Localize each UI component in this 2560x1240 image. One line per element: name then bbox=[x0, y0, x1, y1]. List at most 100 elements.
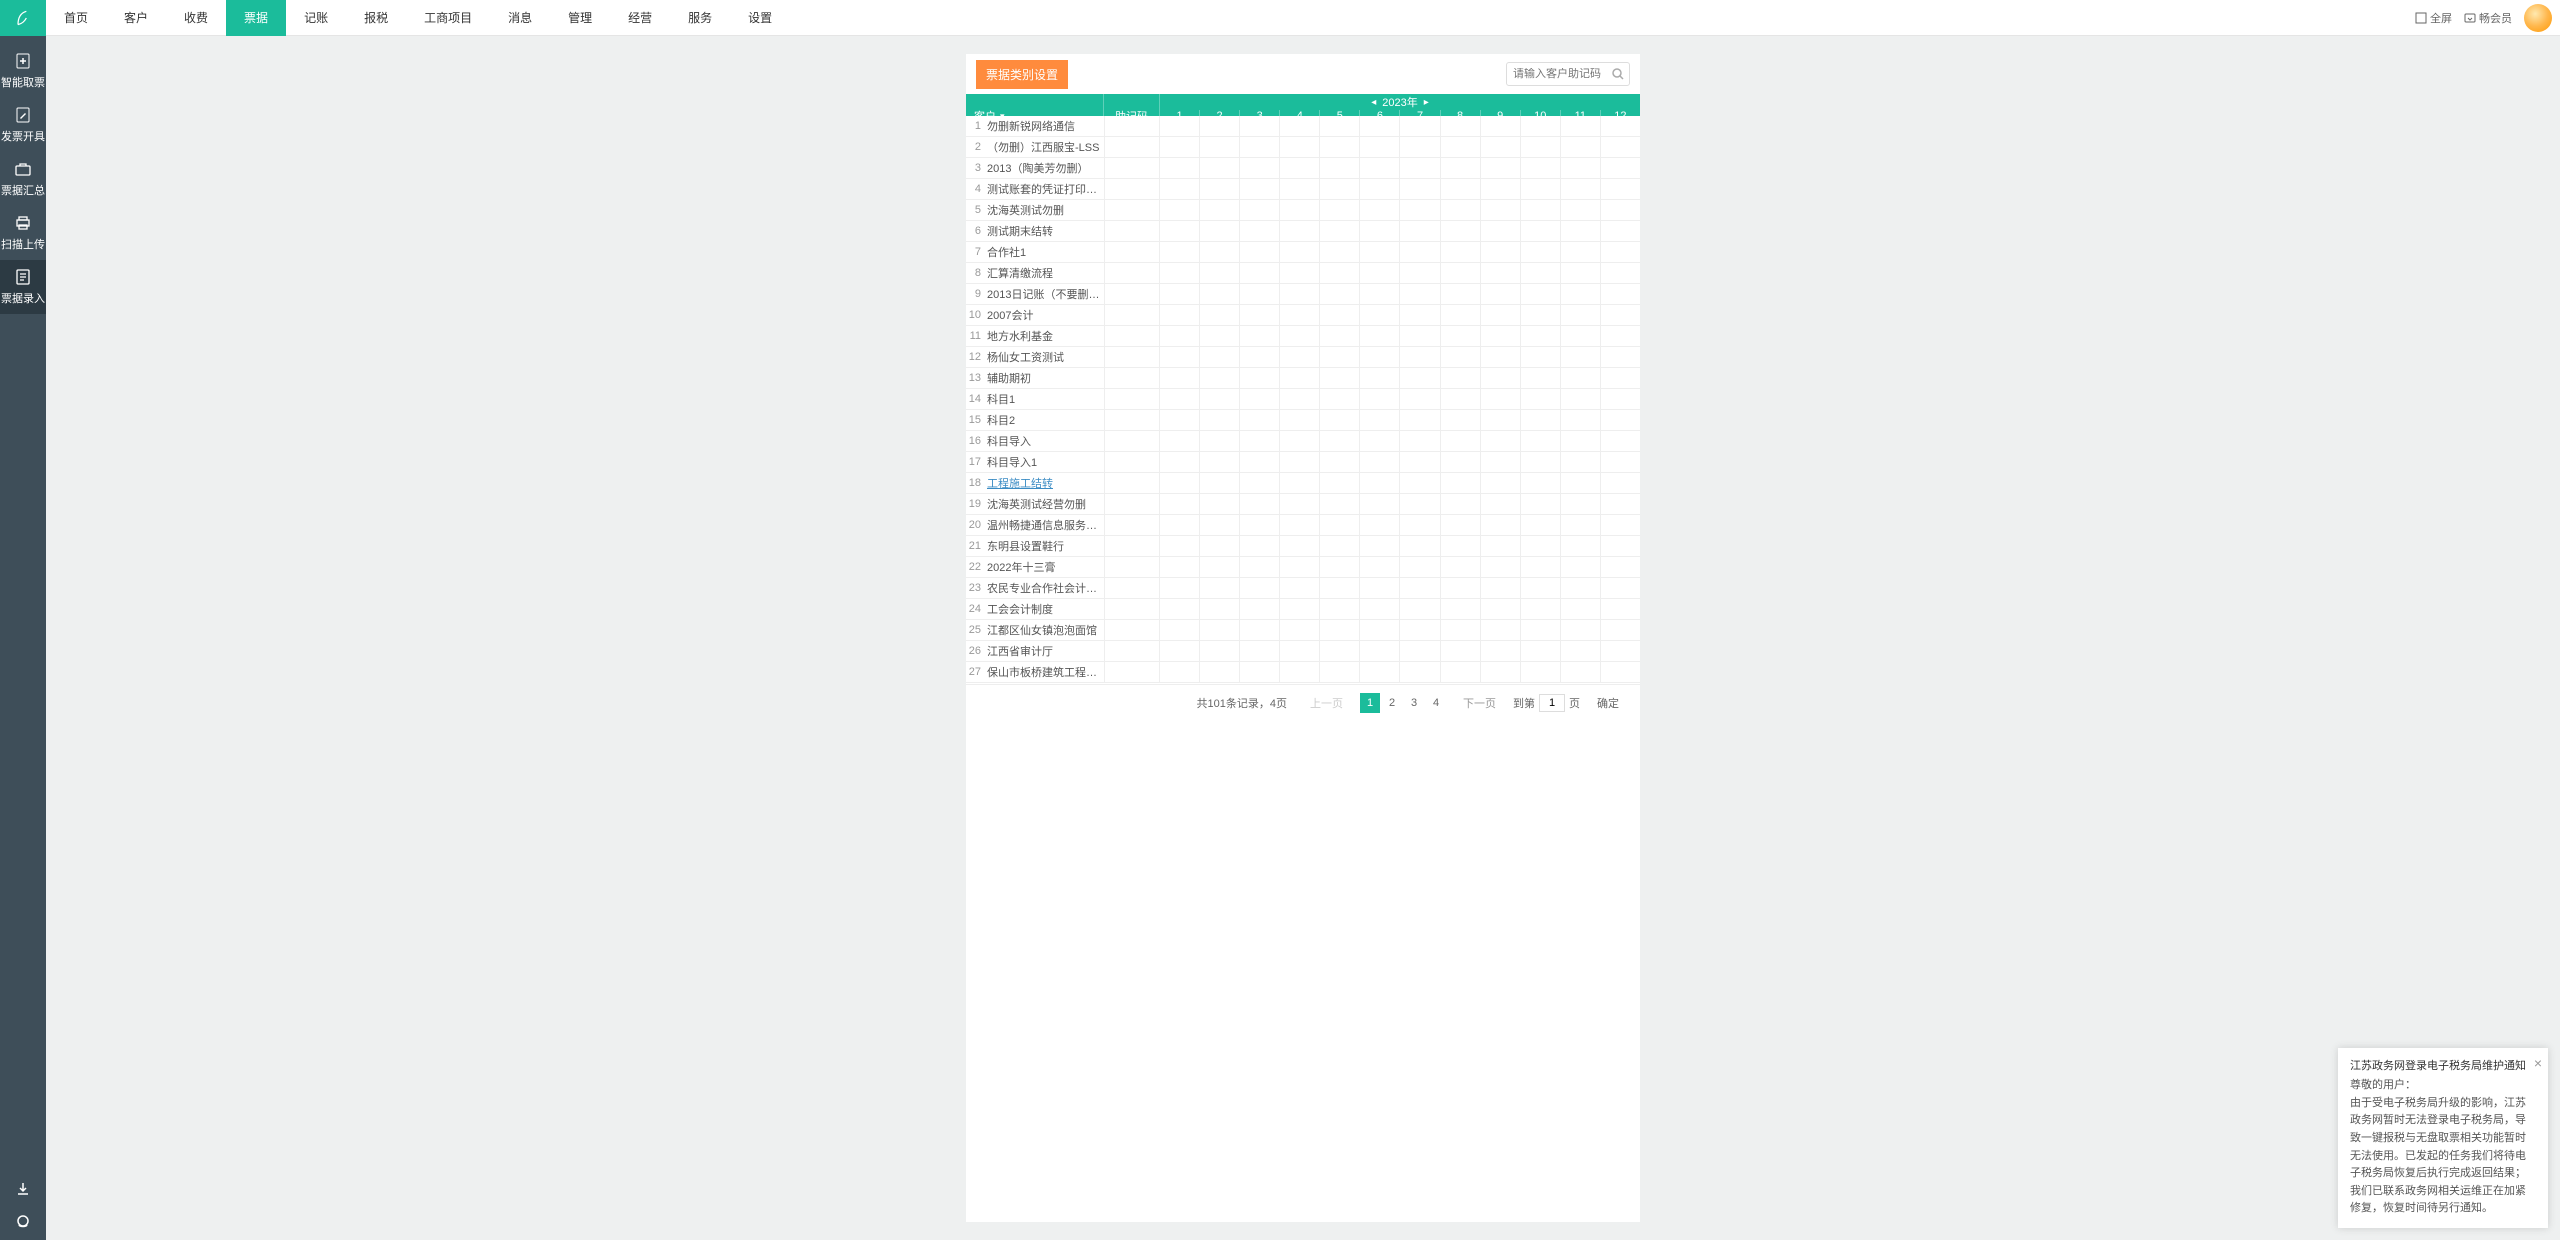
page-3[interactable]: 3 bbox=[1404, 693, 1424, 713]
topnav-5[interactable]: 报税 bbox=[346, 0, 406, 36]
table-row[interactable]: 222022年十三膏 bbox=[966, 557, 1640, 578]
table-row[interactable]: 13辅助期初 bbox=[966, 368, 1640, 389]
sidebar-item-2[interactable]: 票据汇总 bbox=[0, 152, 46, 206]
page-unit-label: 页 bbox=[1569, 695, 1580, 711]
close-icon[interactable]: × bbox=[2534, 1052, 2542, 1074]
customer-name: 科目导入 bbox=[984, 433, 1104, 449]
table-row[interactable]: 1勿删新锐网络通信 bbox=[966, 116, 1640, 137]
table-row[interactable]: 27保山市板桥建筑工程有限责任... bbox=[966, 662, 1640, 683]
support-icon[interactable] bbox=[14, 1212, 32, 1230]
customer-name: 辅助期初 bbox=[984, 370, 1104, 386]
topnav-1[interactable]: 客户 bbox=[106, 0, 166, 36]
download-icon[interactable] bbox=[14, 1180, 32, 1198]
member-button[interactable]: 畅会员 bbox=[2464, 10, 2512, 26]
sidebar-item-0[interactable]: 智能取票 bbox=[0, 44, 46, 98]
next-page-button[interactable]: 下一页 bbox=[1454, 691, 1505, 715]
table-row[interactable]: 16科目导入 bbox=[966, 431, 1640, 452]
topnav-4[interactable]: 记账 bbox=[286, 0, 346, 36]
sidebar-item-4[interactable]: 票据录入 bbox=[0, 260, 46, 314]
table-row[interactable]: 2（勿删）江西服宝-LSS bbox=[966, 137, 1640, 158]
customer-name: 勿删新锐网络通信 bbox=[984, 118, 1104, 134]
prev-page-button[interactable]: 上一页 bbox=[1301, 691, 1352, 715]
table-row[interactable]: 5沈海英测试勿删 bbox=[966, 200, 1640, 221]
category-settings-button[interactable]: 票据类别设置 bbox=[976, 60, 1068, 89]
app-logo[interactable] bbox=[0, 0, 46, 36]
customer-name[interactable]: 工程施工结转 bbox=[984, 475, 1104, 491]
fullscreen-button[interactable]: 全屏 bbox=[2415, 10, 2452, 26]
topnav-9[interactable]: 经营 bbox=[610, 0, 670, 36]
fullscreen-label: 全屏 bbox=[2430, 10, 2452, 26]
table-row[interactable]: 8汇算清缴流程 bbox=[966, 263, 1640, 284]
customer-name: 合作社1 bbox=[984, 244, 1104, 260]
customer-name: 杨仙女工资测试 bbox=[984, 349, 1104, 365]
topnav-3[interactable]: 票据 bbox=[226, 0, 286, 36]
customer-name: 工会会计制度 bbox=[984, 601, 1104, 617]
notification-popup: × 江苏政务网登录电子税务局维护通知 尊敬的用户： 由于受电子税务局升级的影响，… bbox=[2338, 1048, 2548, 1228]
page-info: 共101条记录，4页 bbox=[1197, 695, 1287, 711]
customer-name: 科目导入1 bbox=[984, 454, 1104, 470]
edit-doc-icon bbox=[14, 106, 32, 124]
customer-name: 科目2 bbox=[984, 412, 1104, 428]
customer-name: 沈海英测试勿删 bbox=[984, 202, 1104, 218]
search-wrap bbox=[1506, 62, 1630, 86]
notif-body: 由于受电子税务局升级的影响，江苏政务网暂时无法登录电子税务局，导致一键报税与无盘… bbox=[2350, 1095, 2536, 1218]
avatar[interactable] bbox=[2524, 4, 2552, 32]
member-label: 畅会员 bbox=[2479, 10, 2512, 26]
year-label: 2023年 bbox=[1382, 94, 1417, 110]
table-row[interactable]: 23农民专业合作社会计制度 bbox=[966, 578, 1640, 599]
customer-name: 沈海英测试经营勿删 bbox=[984, 496, 1104, 512]
topnav-7[interactable]: 消息 bbox=[490, 0, 550, 36]
table-header: 客户 ▾ 助记码 ◂ 2023年 ▸ 123456789101112 bbox=[966, 94, 1640, 116]
table-row[interactable]: 25江都区仙女镇泡泡面馆 bbox=[966, 620, 1640, 641]
year-next-icon[interactable]: ▸ bbox=[1424, 97, 1429, 108]
table-row[interactable]: 20温州畅捷通信息服务有限公司 bbox=[966, 515, 1640, 536]
page-2[interactable]: 2 bbox=[1382, 693, 1402, 713]
table-row[interactable]: 11地方水利基金 bbox=[966, 326, 1640, 347]
search-input[interactable] bbox=[1507, 68, 1607, 80]
customer-name: 保山市板桥建筑工程有限责任... bbox=[984, 664, 1104, 680]
table-row[interactable]: 14科目1 bbox=[966, 389, 1640, 410]
sidebar-item-3[interactable]: 扫描上传 bbox=[0, 206, 46, 260]
topnav-6[interactable]: 工商项目 bbox=[406, 0, 490, 36]
table-row[interactable]: 92013日记账（不要删除哈，谢... bbox=[966, 284, 1640, 305]
table-row[interactable]: 17科目导入1 bbox=[966, 452, 1640, 473]
customer-name: 2013（陶美芳勿删） bbox=[984, 160, 1104, 176]
table-row[interactable]: 12杨仙女工资测试 bbox=[966, 347, 1640, 368]
topnav-0[interactable]: 首页 bbox=[46, 0, 106, 36]
year-selector: ◂ 2023年 ▸ bbox=[1160, 94, 1640, 110]
jump-confirm-button[interactable]: 确定 bbox=[1588, 691, 1628, 715]
topnav-11[interactable]: 设置 bbox=[730, 0, 790, 36]
year-prev-icon[interactable]: ◂ bbox=[1371, 97, 1376, 108]
table-row[interactable]: 19沈海英测试经营勿删 bbox=[966, 494, 1640, 515]
page-4[interactable]: 4 bbox=[1426, 693, 1446, 713]
topnav-2[interactable]: 收费 bbox=[166, 0, 226, 36]
customer-name: 温州畅捷通信息服务有限公司 bbox=[984, 517, 1104, 533]
search-icon[interactable] bbox=[1607, 67, 1629, 81]
note-icon bbox=[14, 268, 32, 286]
table-row[interactable]: 15科目2 bbox=[966, 410, 1640, 431]
topnav-10[interactable]: 服务 bbox=[670, 0, 730, 36]
table-row[interactable]: 18工程施工结转 bbox=[966, 473, 1640, 494]
table-row[interactable]: 21东明县设置鞋行 bbox=[966, 536, 1640, 557]
table-row[interactable]: 24工会会计制度 bbox=[966, 599, 1640, 620]
topnav-8[interactable]: 管理 bbox=[550, 0, 610, 36]
pagination: 共101条记录，4页 上一页 1234 下一页 到第 页 确定 bbox=[966, 684, 1640, 720]
customer-name: 东明县设置鞋行 bbox=[984, 538, 1104, 554]
customer-name: 地方水利基金 bbox=[984, 328, 1104, 344]
table-row[interactable]: 4测试账套的凭证打印的时候是否 bbox=[966, 179, 1640, 200]
customer-name: 2007会计 bbox=[984, 307, 1104, 323]
sidebar-item-1[interactable]: 发票开具 bbox=[0, 98, 46, 152]
jump-page-input[interactable] bbox=[1539, 694, 1565, 712]
customer-name: （勿删）江西服宝-LSS bbox=[984, 139, 1104, 155]
customer-name: 江都区仙女镇泡泡面馆 bbox=[984, 622, 1104, 638]
table-row[interactable]: 7合作社1 bbox=[966, 242, 1640, 263]
printer-icon bbox=[14, 214, 32, 232]
page-1[interactable]: 1 bbox=[1360, 693, 1380, 713]
table-row[interactable]: 6测试期末结转 bbox=[966, 221, 1640, 242]
table-row[interactable]: 102007会计 bbox=[966, 305, 1640, 326]
briefcase-icon bbox=[14, 160, 32, 178]
table-row[interactable]: 26江西省审计厅 bbox=[966, 641, 1640, 662]
customer-name: 2013日记账（不要删除哈，谢... bbox=[984, 286, 1104, 302]
table-row[interactable]: 32013（陶美芳勿删） bbox=[966, 158, 1640, 179]
plus-doc-icon bbox=[14, 52, 32, 70]
